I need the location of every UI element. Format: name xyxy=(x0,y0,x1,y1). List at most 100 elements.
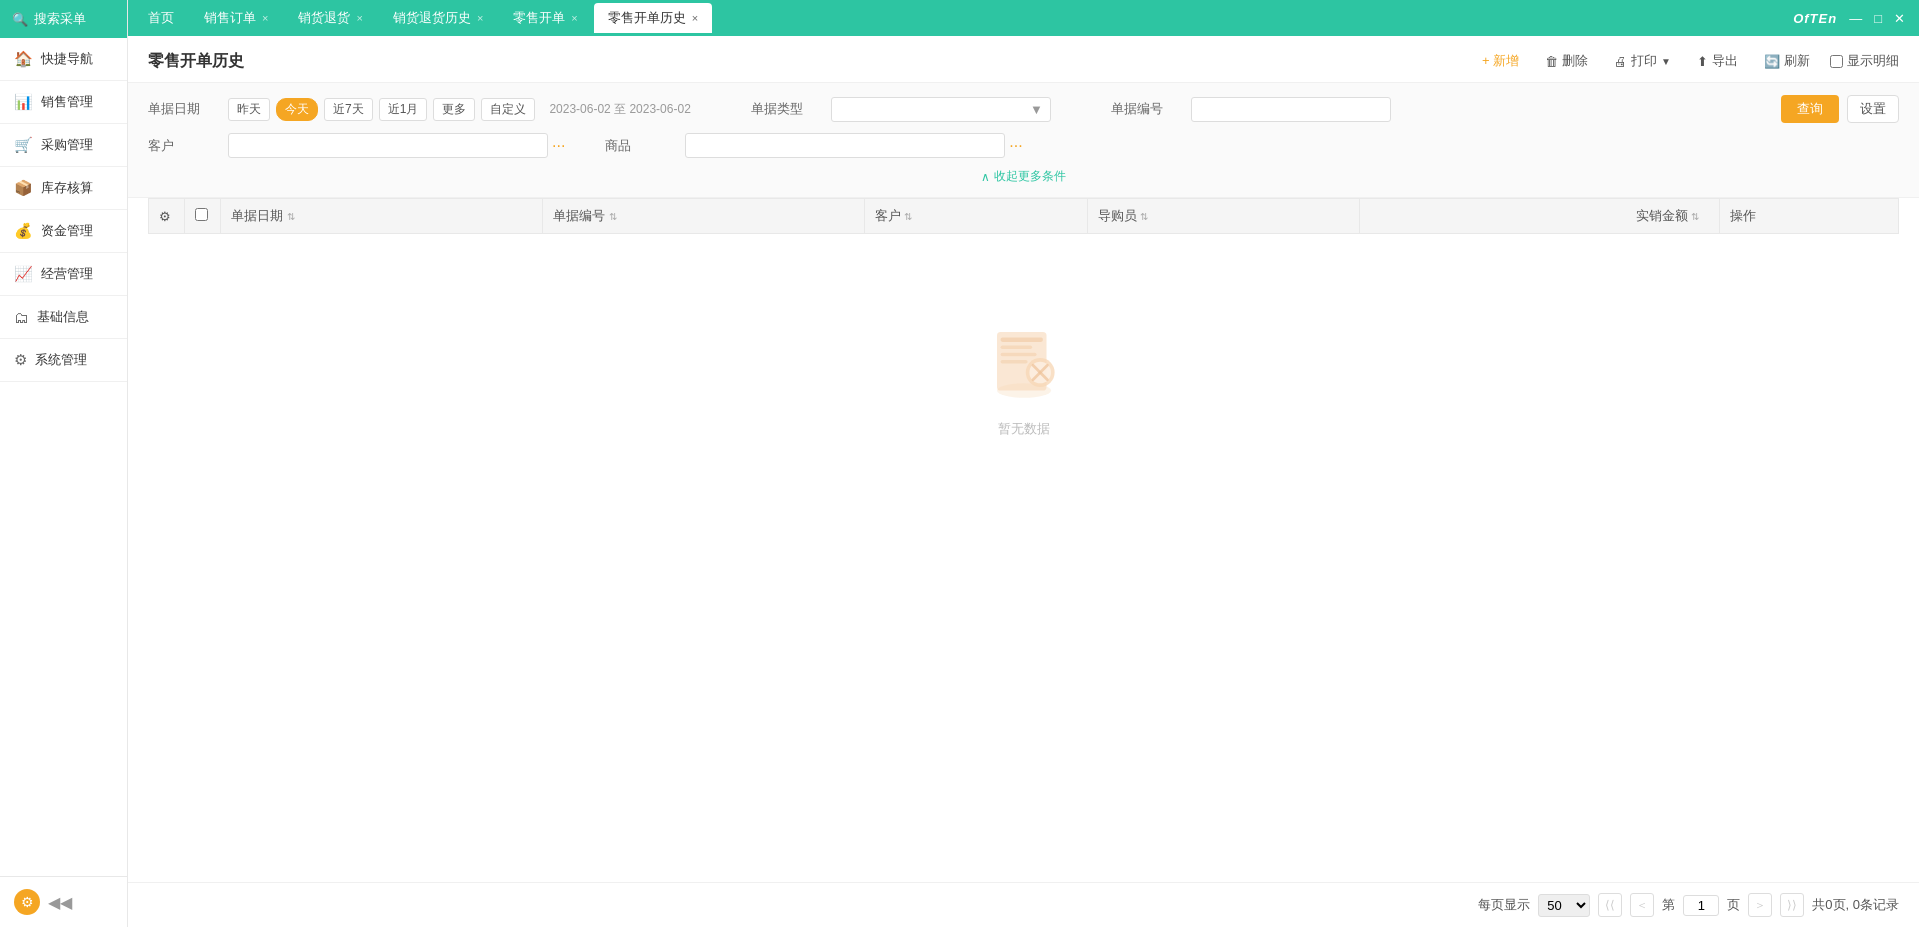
product-ellipsis-icon[interactable]: ··· xyxy=(1009,137,1022,155)
empty-text: 暂无数据 xyxy=(998,420,1050,438)
customer-label: 客户 xyxy=(148,137,208,155)
sidebar: 🔍 搜索采单 🏠 快捷导航 📊 销售管理 🛒 采购管理 📦 库存核算 💰 资金管… xyxy=(0,0,128,927)
export-label: 导出 xyxy=(1712,52,1738,70)
select-all-checkbox[interactable] xyxy=(195,208,208,221)
date-filter-label: 单据日期 xyxy=(148,100,208,118)
print-button[interactable]: 🖨 打印 ▼ xyxy=(1608,48,1677,74)
search-icon: 🔍 xyxy=(12,12,28,27)
collapse-filter-btn[interactable]: ∧ 收起更多条件 xyxy=(148,168,1899,185)
sidebar-item-label: 经营管理 xyxy=(41,265,93,283)
add-button[interactable]: + 新增 xyxy=(1476,48,1525,74)
delete-label: 删除 xyxy=(1562,52,1588,70)
date-btn-custom[interactable]: 自定义 xyxy=(481,98,535,121)
tab-sales-return-label: 销货退货 xyxy=(298,9,350,27)
window-max-button[interactable]: □ xyxy=(1874,11,1882,26)
tab-retail-open-history-close[interactable]: × xyxy=(692,12,698,24)
date-btn-today[interactable]: 今天 xyxy=(276,98,318,121)
display-detail-checkbox[interactable] xyxy=(1830,55,1843,68)
table-col-date-label: 单据日期 xyxy=(231,208,283,223)
sidebar-item-operations[interactable]: 📈 经营管理 xyxy=(0,253,127,296)
tab-retail-open-history[interactable]: 零售开单历史 × xyxy=(594,3,712,33)
tab-retail-open-label: 零售开单 xyxy=(513,9,565,27)
money-icon: 💰 xyxy=(14,222,33,240)
table-col-salesperson[interactable]: 导购员 ⇅ xyxy=(1087,199,1359,234)
tab-retail-open-history-label: 零售开单历史 xyxy=(608,9,686,27)
tab-sales-return-close[interactable]: × xyxy=(356,12,362,24)
doc-no-input[interactable] xyxy=(1191,97,1391,122)
home-icon: 🏠 xyxy=(14,50,33,68)
table-col-amount[interactable]: 实销金额 ⇅ xyxy=(1360,199,1720,234)
page-prefix: 第 xyxy=(1662,896,1675,914)
empty-illustration xyxy=(979,314,1069,404)
product-input-wrap: ··· xyxy=(685,133,1022,158)
svg-rect-2 xyxy=(1000,337,1042,342)
export-icon: ⬆ xyxy=(1697,54,1708,69)
date-btn-last-month[interactable]: 近1月 xyxy=(379,98,428,121)
main-content: 首页 销售订单 × 销货退货 × 销货退货历史 × 零售开单 × 零售开单历史 … xyxy=(128,0,1919,927)
tab-retail-open-close[interactable]: × xyxy=(571,12,577,24)
sidebar-item-purchase-mgmt[interactable]: 🛒 采购管理 xyxy=(0,124,127,167)
page-prev-button[interactable]: ＜ xyxy=(1630,893,1654,917)
date-btn-yesterday[interactable]: 昨天 xyxy=(228,98,270,121)
sidebar-search[interactable]: 🔍 搜索采单 xyxy=(0,0,127,38)
page-next-button[interactable]: ＞ xyxy=(1748,893,1772,917)
tab-sales-order-close[interactable]: × xyxy=(262,12,268,24)
tab-sales-return[interactable]: 销货退货 × xyxy=(284,3,376,33)
page-title: 零售开单历史 xyxy=(148,51,244,72)
pagination: 每页显示 20 50 100 200 ⟨⟨ ＜ 第 1 页 ＞ ⟩⟩ 共0页, … xyxy=(128,882,1919,927)
date-btn-last7[interactable]: 近7天 xyxy=(324,98,373,121)
print-arrow-icon: ▼ xyxy=(1661,56,1671,67)
tab-home[interactable]: 首页 xyxy=(134,3,188,33)
table-col-date[interactable]: 单据日期 ⇅ xyxy=(221,199,543,234)
customer-ellipsis-icon[interactable]: ··· xyxy=(552,137,565,155)
sidebar-item-system-mgmt[interactable]: ⚙ 系统管理 xyxy=(0,339,127,382)
sidebar-item-sales-mgmt[interactable]: 📊 销售管理 xyxy=(0,81,127,124)
table-header-row: ⚙ 单据日期 ⇅ 单据编号 ⇅ 客户 ⇅ xyxy=(149,199,1899,234)
query-button[interactable]: 查询 xyxy=(1781,95,1839,123)
svg-rect-3 xyxy=(1000,346,1032,350)
table-col-customer[interactable]: 客户 ⇅ xyxy=(864,199,1087,234)
doc-no-label: 单据编号 xyxy=(1111,100,1171,118)
tab-sales-order[interactable]: 销售订单 × xyxy=(190,3,282,33)
tab-sales-return-history[interactable]: 销货退货历史 × xyxy=(379,3,497,33)
collapse-filter-label: 收起更多条件 xyxy=(994,168,1066,185)
print-label: 打印 xyxy=(1631,52,1657,70)
page-number-input[interactable]: 1 xyxy=(1683,895,1719,916)
refresh-label: 刷新 xyxy=(1784,52,1810,70)
window-min-button[interactable]: — xyxy=(1849,11,1862,26)
table-col-doc-no[interactable]: 单据编号 ⇅ xyxy=(542,199,864,234)
customer-input[interactable] xyxy=(228,133,548,158)
page-suffix: 页 xyxy=(1727,896,1740,914)
table-settings-col[interactable]: ⚙ xyxy=(149,199,185,234)
trend-icon: 📈 xyxy=(14,265,33,283)
svg-rect-5 xyxy=(1000,360,1027,364)
table-checkbox-col[interactable] xyxy=(185,199,221,234)
window-close-button[interactable]: ✕ xyxy=(1894,11,1905,26)
refresh-button[interactable]: 🔄 刷新 xyxy=(1758,48,1816,74)
settings-gear-button[interactable]: ⚙ xyxy=(14,889,40,915)
doc-type-select[interactable] xyxy=(831,97,1051,122)
tab-sales-return-history-label: 销货退货历史 xyxy=(393,9,471,27)
sidebar-item-quick-nav[interactable]: 🏠 快捷导航 xyxy=(0,38,127,81)
page-first-button[interactable]: ⟨⟨ xyxy=(1598,893,1622,917)
date-btn-more[interactable]: 更多 xyxy=(433,98,475,121)
product-input[interactable] xyxy=(685,133,1005,158)
data-table: ⚙ 单据日期 ⇅ 单据编号 ⇅ 客户 ⇅ xyxy=(148,198,1899,234)
doc-type-wrap: ▼ xyxy=(831,97,1051,122)
table-area: ⚙ 单据日期 ⇅ 单据编号 ⇅ 客户 ⇅ xyxy=(128,198,1919,882)
sidebar-item-basic-info[interactable]: 🗂 基础信息 xyxy=(0,296,127,339)
delete-button[interactable]: 🗑 删除 xyxy=(1539,48,1594,74)
sidebar-item-inventory[interactable]: 📦 库存核算 xyxy=(0,167,127,210)
tab-sales-return-history-close[interactable]: × xyxy=(477,12,483,24)
tabbar-right: OfTEn — □ ✕ xyxy=(1793,11,1913,26)
tab-retail-open[interactable]: 零售开单 × xyxy=(499,3,591,33)
per-page-label: 每页显示 xyxy=(1478,896,1530,914)
per-page-select[interactable]: 20 50 100 200 xyxy=(1538,894,1590,917)
export-button[interactable]: ⬆ 导出 xyxy=(1691,48,1744,74)
page-last-button[interactable]: ⟩⟩ xyxy=(1780,893,1804,917)
settings-button[interactable]: 设置 xyxy=(1847,95,1899,123)
sidebar-item-finance[interactable]: 💰 资金管理 xyxy=(0,210,127,253)
sidebar-item-label: 基础信息 xyxy=(37,308,89,326)
sidebar-collapse-button[interactable]: ◀◀ xyxy=(48,893,72,912)
display-detail-label: 显示明细 xyxy=(1847,52,1899,70)
